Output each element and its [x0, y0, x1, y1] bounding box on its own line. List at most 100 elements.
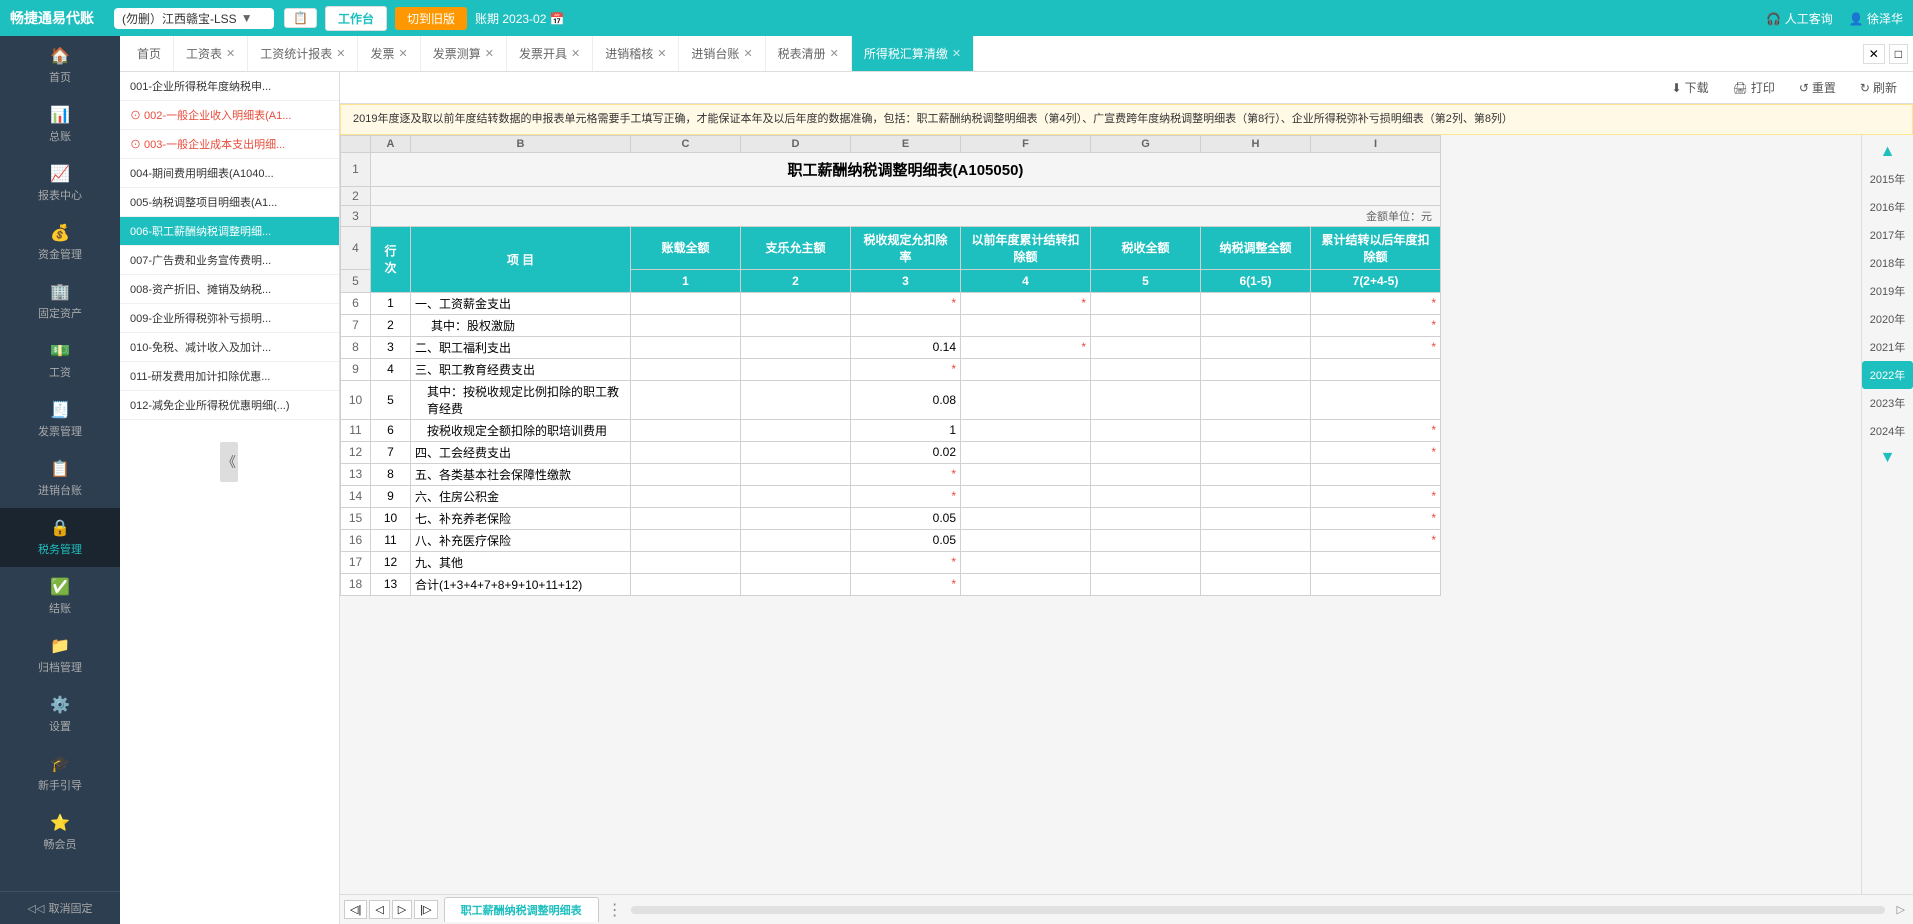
- tax-list-item-003[interactable]: ⊙ 003-一般企业成本支出明细...: [120, 130, 339, 159]
- sheet-nav-first[interactable]: ◁|: [344, 900, 367, 919]
- sidebar-item-vip[interactable]: ⭐畅会员: [0, 803, 120, 862]
- tab-home[interactable]: 首页: [125, 36, 174, 72]
- data-row-11: 11 6 按税收规定全额扣除的职培训费用 1 *: [341, 419, 1441, 441]
- item-16[interactable]: 八、补充医疗保险: [411, 529, 631, 551]
- download-button[interactable]: ⬇ 下载: [1666, 76, 1715, 99]
- tax-list-item-004[interactable]: 004-期间费用明细表(A1040...: [120, 159, 339, 188]
- row-num-1: 1: [341, 152, 371, 186]
- g-6[interactable]: [1091, 292, 1201, 314]
- tab-payroll[interactable]: 工资表✕: [174, 36, 248, 72]
- item-11[interactable]: 按税收规定全额扣除的职培训费用: [411, 419, 631, 441]
- item-15[interactable]: 七、补充养老保险: [411, 507, 631, 529]
- sidebar-item-ledger[interactable]: 📊总账: [0, 95, 120, 154]
- company-selector[interactable]: (勿删）江西赣宝-LSS ▼: [114, 8, 274, 29]
- i-6[interactable]: *: [1311, 292, 1441, 314]
- sidebar-item-reports[interactable]: 📈报表中心: [0, 154, 120, 213]
- tax-list-panel: 001-企业所得税年度纳税申... ⊙ 002-一般企业收入明细表(A1... …: [120, 72, 340, 924]
- tab-audit[interactable]: 进销稽核✕: [593, 36, 679, 72]
- reset-button[interactable]: ↺ 重置: [1793, 76, 1842, 99]
- sidebar-item-guide[interactable]: 🎓新手引导: [0, 744, 120, 803]
- copy-button[interactable]: 📋: [284, 8, 317, 28]
- work-button[interactable]: 工作台: [325, 6, 387, 31]
- item-10[interactable]: 其中：按税收规定比例扣除的职工教育经费: [411, 380, 631, 419]
- header-h: 纳税调整全额: [1201, 226, 1311, 269]
- app-container: 畅捷通易代账 (勿删）江西赣宝-LSS ▼ 📋 工作台 切到旧版 账期 2023…: [0, 0, 1913, 924]
- sidebar-item-settings[interactable]: ⚙️设置: [0, 685, 120, 744]
- year-2019[interactable]: 2019年: [1862, 277, 1913, 305]
- item-12[interactable]: 四、工会经费支出: [411, 441, 631, 463]
- tab-tax-settlement[interactable]: 所得税汇算清缴✕: [852, 36, 974, 72]
- tax-list-item-001[interactable]: 001-企业所得税年度纳税申...: [120, 72, 339, 101]
- h-6[interactable]: [1201, 292, 1311, 314]
- sheet-nav-last[interactable]: |▷: [414, 900, 437, 919]
- item-9[interactable]: 三、职工教育经费支出: [411, 358, 631, 380]
- year-2015[interactable]: 2015年: [1862, 165, 1913, 193]
- tax-list-item-005[interactable]: 005-纳税调整项目明细表(A1...: [120, 188, 339, 217]
- panel-collapse-btn[interactable]: 《: [220, 442, 238, 482]
- year-2018[interactable]: 2018年: [1862, 249, 1913, 277]
- data-row-17: 17 12 九、其他 *: [341, 551, 1441, 573]
- sheet-wrapper[interactable]: A B C D E F G H I: [340, 135, 1861, 895]
- item-14[interactable]: 六、住房公积金: [411, 485, 631, 507]
- year-2017[interactable]: 2017年: [1862, 221, 1913, 249]
- item-13[interactable]: 五、各类基本社会保障性缴款: [411, 463, 631, 485]
- tax-list-item-008[interactable]: 008-资产折旧、摊销及纳税...: [120, 275, 339, 304]
- tax-list-item-007[interactable]: 007-广告费和业务宣传费明...: [120, 246, 339, 275]
- sheet-more-icon[interactable]: ⋮: [607, 900, 623, 920]
- cancel-pin-button[interactable]: ◁◁取消固定: [0, 891, 120, 924]
- year-2024[interactable]: 2024年: [1862, 417, 1913, 445]
- year-2022[interactable]: 2022年: [1862, 361, 1913, 389]
- scroll-right-btn[interactable]: ▷: [1893, 903, 1909, 916]
- c-6[interactable]: [631, 292, 741, 314]
- sidebar-item-invoice[interactable]: 🧾发票管理: [0, 390, 120, 449]
- tab-close-all[interactable]: ✕: [1863, 44, 1885, 64]
- item-18[interactable]: 合计(1+3+4+7+8+9+10+11+12): [411, 573, 631, 595]
- sidebar-item-finance[interactable]: 💰资金管理: [0, 213, 120, 272]
- tax-list-item-010[interactable]: 010-免税、减计收入及加计...: [120, 333, 339, 362]
- tax-list-item-012[interactable]: 012-减免企业所得税优惠明细(...): [120, 391, 339, 420]
- sidebar-item-archive[interactable]: 📁归档管理: [0, 626, 120, 685]
- user-avatar[interactable]: 👤 徐泽华: [1849, 10, 1903, 27]
- sidebar-item-payroll[interactable]: 💵工资: [0, 331, 120, 390]
- sheet-nav-prev[interactable]: ◁: [369, 900, 389, 919]
- seq-13: 8: [371, 463, 411, 485]
- item-7[interactable]: 其中：股权激励: [411, 314, 631, 336]
- sidebar-item-sales[interactable]: 📋进销台账: [0, 449, 120, 508]
- tab-invoice[interactable]: 发票✕: [358, 36, 420, 72]
- sheet-nav-next[interactable]: ▷: [392, 900, 412, 919]
- app-logo: 畅捷通易代账: [10, 8, 94, 28]
- sidebar-item-assets[interactable]: 🏢固定资产: [0, 272, 120, 331]
- d-6[interactable]: [741, 292, 851, 314]
- year-2020[interactable]: 2020年: [1862, 305, 1913, 333]
- tax-list-item-009[interactable]: 009-企业所得税弥补亏损明...: [120, 304, 339, 333]
- company-name: (勿删）江西赣宝-LSS: [122, 10, 237, 27]
- year-nav-up[interactable]: ▲: [1876, 139, 1900, 165]
- f-6[interactable]: *: [961, 292, 1091, 314]
- year-2023[interactable]: 2023年: [1862, 389, 1913, 417]
- tab-tax-clear[interactable]: 税表清册✕: [766, 36, 852, 72]
- print-button[interactable]: 🖨 打印: [1727, 76, 1781, 99]
- sidebar-item-tax[interactable]: 🔒税务管理: [0, 508, 120, 567]
- tab-payroll-stats[interactable]: 工资统计报表✕: [248, 36, 358, 72]
- old-version-button[interactable]: 切到旧版: [395, 7, 467, 30]
- tab-invoice-issue[interactable]: 发票开具✕: [507, 36, 593, 72]
- tax-list-item-002[interactable]: ⊙ 002-一般企业收入明细表(A1...: [120, 101, 339, 130]
- tax-list-item-011[interactable]: 011-研发费用加计扣除优惠...: [120, 362, 339, 391]
- sidebar-item-close[interactable]: ✅结账: [0, 567, 120, 626]
- sheet-tab-active[interactable]: 职工薪酬纳税调整明细表: [444, 897, 599, 922]
- year-2021[interactable]: 2021年: [1862, 333, 1913, 361]
- item-8[interactable]: 二、职工福利支出: [411, 336, 631, 358]
- tax-list-item-006[interactable]: 006-职工薪酬纳税调整明细...: [120, 217, 339, 246]
- item-6[interactable]: 一、工资薪金支出: [411, 292, 631, 314]
- refresh-button[interactable]: ↻ 刷新: [1854, 76, 1903, 99]
- tab-sales-ledger[interactable]: 进销台账✕: [679, 36, 765, 72]
- sidebar-item-home[interactable]: 🏠首页: [0, 36, 120, 95]
- e-6[interactable]: *: [851, 292, 961, 314]
- tab-invoice-calc[interactable]: 发票测算✕: [421, 36, 507, 72]
- year-2016[interactable]: 2016年: [1862, 193, 1913, 221]
- service-link[interactable]: 🎧 人工客询: [1766, 10, 1832, 27]
- horizontal-scrollbar[interactable]: [631, 906, 1885, 914]
- tab-expand[interactable]: □: [1889, 44, 1908, 64]
- item-17[interactable]: 九、其他: [411, 551, 631, 573]
- year-nav-down[interactable]: ▼: [1876, 445, 1900, 471]
